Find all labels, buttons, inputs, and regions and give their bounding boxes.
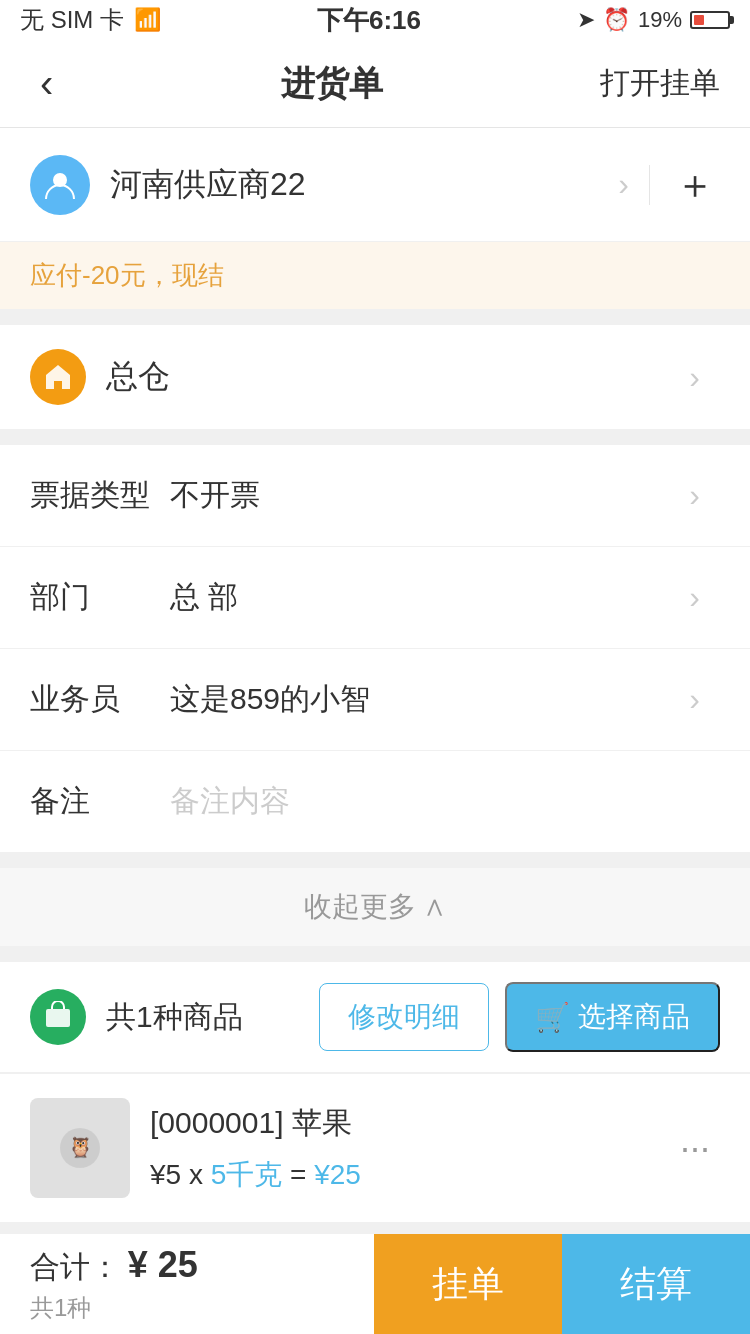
add-supplier-button[interactable]: ＋	[670, 152, 720, 217]
footer-total-sub: 共1种	[30, 1292, 344, 1324]
ticket-type-label: 票据类型	[30, 475, 150, 516]
products-header: 共1种商品 修改明细 🛒 选择商品	[0, 962, 750, 1072]
back-button[interactable]: ‹	[30, 51, 63, 116]
warehouse-chevron-icon: ›	[689, 359, 700, 396]
supplier-chevron-icon: ›	[618, 166, 629, 203]
ticket-type-row[interactable]: 票据类型 不开票 ›	[0, 445, 750, 547]
warehouse-name: 总仓	[106, 355, 689, 399]
remark-placeholder: 备注内容	[150, 781, 720, 822]
department-chevron-icon: ›	[689, 579, 700, 616]
warehouse-icon	[30, 349, 86, 405]
salesperson-label: 业务员	[30, 679, 150, 720]
remark-label: 备注	[30, 781, 150, 822]
main-content: 河南供应商22 › ＋ 应付-20元，现结 总仓 › 票据类型 不开票 ›	[0, 128, 750, 1332]
page-title: 进货单	[281, 61, 383, 107]
products-icon	[30, 989, 86, 1045]
remark-row[interactable]: 备注 备注内容	[0, 751, 750, 852]
products-count: 共1种商品	[106, 997, 319, 1038]
warehouse-row[interactable]: 总仓 ›	[0, 325, 750, 429]
carrier-text: 无 SIM 卡	[20, 4, 124, 36]
product-price: ¥5 x 5千克 = ¥25	[150, 1156, 670, 1194]
status-right: ➤ ⏰ 19%	[577, 7, 730, 33]
cart-icon	[42, 1001, 74, 1033]
select-product-icon: 🛒	[535, 1001, 570, 1034]
product-thumbnail: 🦉	[30, 1098, 130, 1198]
svg-text:🦉: 🦉	[68, 1135, 93, 1159]
footer-total-label: 合计：	[30, 1250, 120, 1283]
status-left: 无 SIM 卡 📶	[20, 4, 161, 36]
wifi-icon: 📶	[134, 7, 161, 33]
footer-total: 合计： ¥ 25 共1种	[0, 1234, 374, 1334]
product-multiply: x	[189, 1159, 211, 1190]
svg-rect-1	[54, 381, 62, 389]
ticket-type-chevron-icon: ›	[689, 477, 700, 514]
alarm-icon: ⏰	[603, 7, 630, 33]
product-thumb-image: 🦉	[50, 1118, 110, 1178]
salesperson-chevron-icon: ›	[689, 681, 700, 718]
ticket-type-value: 不开票	[150, 475, 689, 516]
vertical-divider	[649, 165, 650, 205]
salesperson-row[interactable]: 业务员 这是859的小智 ›	[0, 649, 750, 751]
nav-bar: ‹ 进货单 打开挂单	[0, 40, 750, 128]
footer-total-row: 合计： ¥ 25	[30, 1244, 344, 1288]
warehouse-svg	[42, 361, 74, 393]
product-equals: =	[290, 1159, 314, 1190]
svg-rect-2	[46, 1009, 70, 1027]
modify-detail-button[interactable]: 修改明细	[319, 983, 489, 1051]
supplier-row[interactable]: 河南供应商22 › ＋	[0, 128, 750, 242]
product-total: ¥25	[314, 1159, 361, 1190]
product-unit-price: ¥5	[150, 1159, 181, 1190]
product-item: 🦉 [0000001] 苹果 ¥5 x 5千克 = ¥25 ···	[0, 1074, 750, 1222]
open-hang-button[interactable]: 打开挂单	[600, 63, 720, 104]
product-code: [0000001]	[150, 1106, 283, 1139]
footer-total-amount: ¥ 25	[128, 1244, 198, 1285]
collapse-bar[interactable]: 收起更多 ∧	[0, 868, 750, 946]
person-icon	[42, 167, 78, 203]
location-icon: ➤	[577, 7, 595, 33]
product-name: [0000001] 苹果	[150, 1103, 670, 1144]
product-quantity: 5千克	[211, 1159, 283, 1190]
checkout-button[interactable]: 结算	[562, 1234, 750, 1334]
supplier-avatar	[30, 155, 90, 215]
salesperson-value: 这是859的小智	[150, 679, 689, 720]
product-title: 苹果	[292, 1106, 352, 1139]
select-product-label: 选择商品	[578, 998, 690, 1036]
status-time: 下午6:16	[317, 3, 421, 38]
product-info: [0000001] 苹果 ¥5 x 5千克 = ¥25	[150, 1103, 670, 1194]
footer: 合计： ¥ 25 共1种 挂单 结算	[0, 1234, 750, 1334]
supplier-name: 河南供应商22	[110, 163, 618, 207]
select-product-button[interactable]: 🛒 选择商品	[505, 982, 720, 1052]
supplier-notice: 应付-20元，现结	[0, 242, 750, 309]
warehouse-section[interactable]: 总仓 ›	[0, 325, 750, 429]
status-bar: 无 SIM 卡 📶 下午6:16 ➤ ⏰ 19%	[0, 0, 750, 40]
battery-icon	[690, 11, 730, 29]
supplier-section: 河南供应商22 › ＋ 应付-20元，现结	[0, 128, 750, 309]
department-value: 总 部	[150, 577, 689, 618]
battery-percent: 19%	[638, 7, 682, 33]
department-row[interactable]: 部门 总 部 ›	[0, 547, 750, 649]
form-section: 票据类型 不开票 › 部门 总 部 › 业务员 这是859的小智 › 备注 备注…	[0, 445, 750, 852]
product-more-button[interactable]: ···	[670, 1117, 720, 1179]
hang-button[interactable]: 挂单	[374, 1234, 562, 1334]
department-label: 部门	[30, 577, 150, 618]
